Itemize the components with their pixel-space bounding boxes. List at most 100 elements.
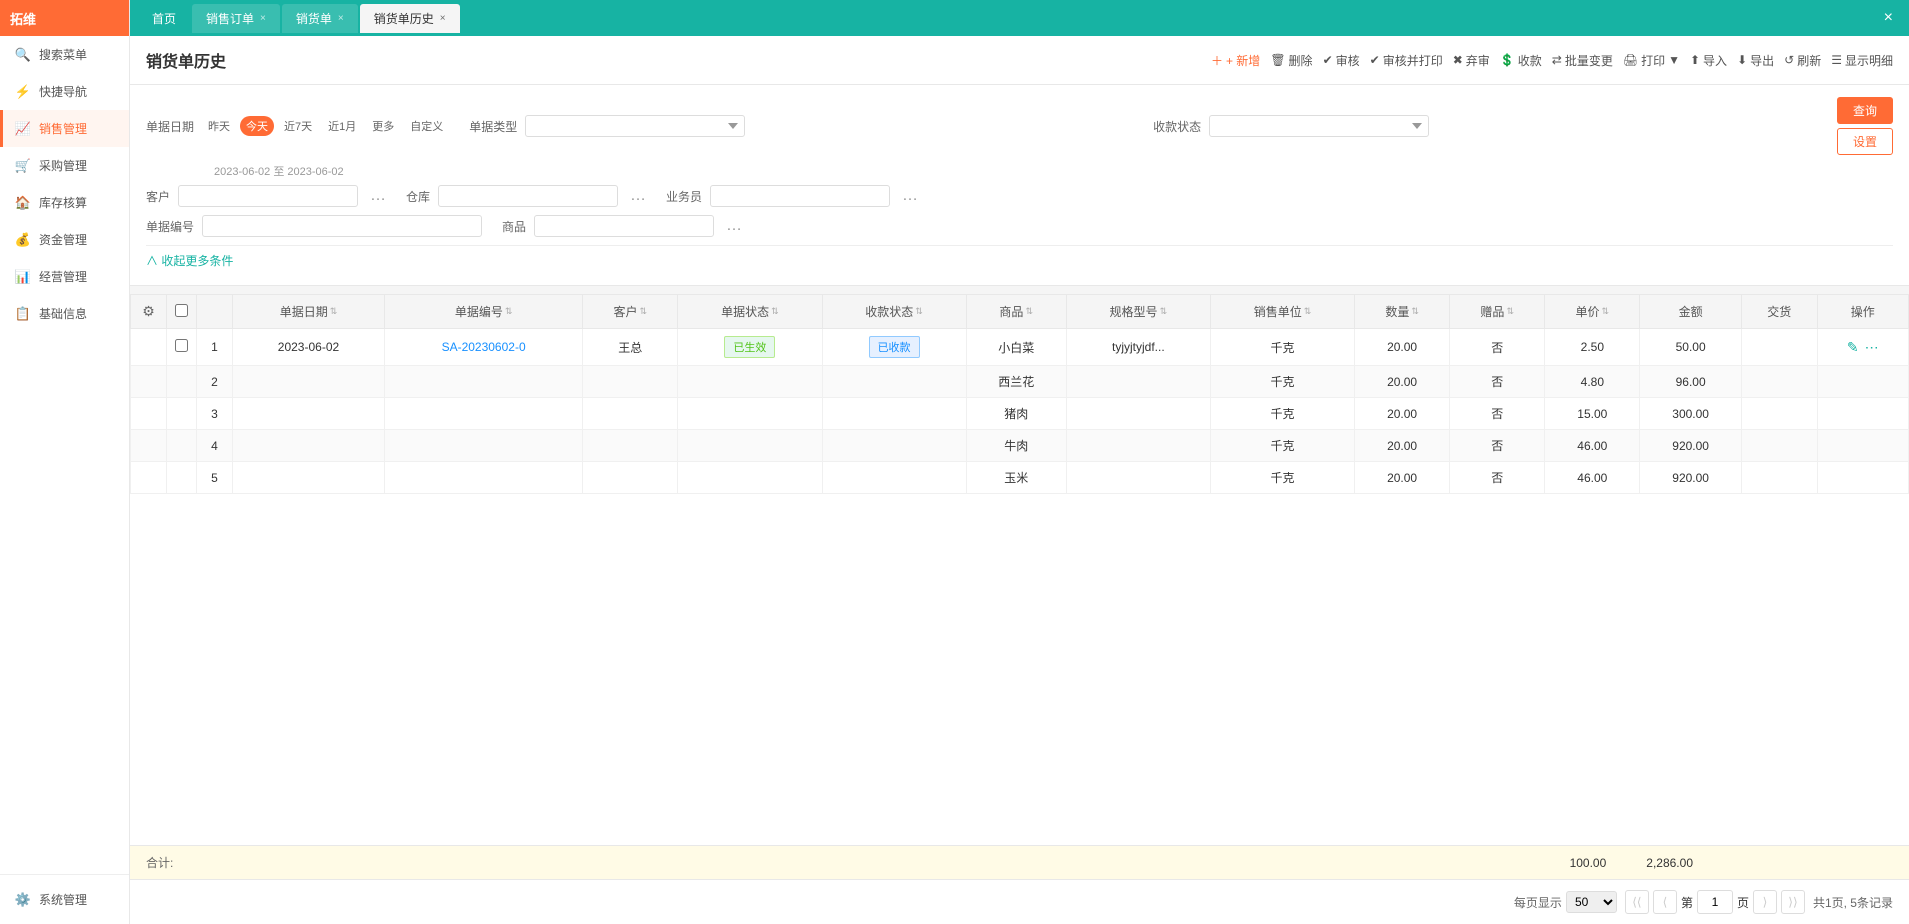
sort-spec-icon: ⇅ <box>1160 306 1168 317</box>
tab-sales-history-close[interactable]: × <box>440 13 446 24</box>
show-detail-button[interactable]: ☰ 显示明细 <box>1831 52 1893 69</box>
date-label: 单据日期 <box>146 118 194 135</box>
query-button[interactable]: 查询 <box>1837 97 1893 124</box>
pill-more[interactable]: 更多 <box>366 116 400 136</box>
th-unit-price[interactable]: 单价⇅ <box>1545 295 1640 329</box>
td-doc-no <box>384 430 582 462</box>
th-unit[interactable]: 销售单位⇅ <box>1210 295 1354 329</box>
gear-button[interactable]: ⚙ <box>142 303 155 320</box>
goods-dots[interactable]: … <box>726 217 742 235</box>
prev-page-button[interactable]: ⟨ <box>1653 890 1677 914</box>
sidebar-item-operations[interactable]: 📊 经营管理 <box>0 258 129 295</box>
delete-button[interactable]: 🗑 删除 <box>1270 52 1312 69</box>
import-button[interactable]: ⬆ 导入 <box>1690 52 1727 69</box>
sidebar-item-sales-mgmt[interactable]: 📈 销售管理 <box>0 110 129 147</box>
pill-7days[interactable]: 近7天 <box>278 116 318 136</box>
footer-values: 100.00 2,286.00 <box>226 856 1893 870</box>
sidebar-item-finance[interactable]: 💰 资金管理 <box>0 221 129 258</box>
doctype-select[interactable] <box>525 115 745 137</box>
sidebar-item-purchase-mgmt[interactable]: 🛒 采购管理 <box>0 147 129 184</box>
more-icon[interactable]: ⋯ <box>1865 339 1879 356</box>
next-page-button[interactable]: ⟩ <box>1753 890 1777 914</box>
export-button[interactable]: ⬇ 导出 <box>1737 52 1774 69</box>
th-gift[interactable]: 赠品⇅ <box>1450 295 1545 329</box>
docno-input[interactable] <box>202 215 482 237</box>
warehouse-dots[interactable]: … <box>630 187 646 205</box>
td-amount: 50.00 <box>1640 329 1742 366</box>
sort-gift-icon: ⇅ <box>1506 306 1514 317</box>
th-transaction: 交货 <box>1741 295 1817 329</box>
row-checkbox[interactable] <box>175 339 188 352</box>
th-doc-no[interactable]: 单据编号⇅ <box>384 295 582 329</box>
customer-dots[interactable]: … <box>370 187 386 205</box>
first-page-button[interactable]: ⟨⟨ <box>1625 890 1649 914</box>
sidebar-item-label: 库存核算 <box>39 194 87 211</box>
tab-sales-history[interactable]: 销货单历史 × <box>360 4 460 33</box>
sidebar-item-label: 快捷导航 <box>39 83 87 100</box>
th-spec[interactable]: 规格型号⇅ <box>1066 295 1210 329</box>
new-button[interactable]: ＋ + 新增 <box>1211 52 1260 69</box>
tab-sales-delivery-close[interactable]: × <box>338 13 344 24</box>
td-doc-date: 2023-06-02 <box>233 329 385 366</box>
td-unit: 千克 <box>1210 329 1354 366</box>
print-button[interactable]: 🖨 打印 ▼ <box>1623 52 1680 69</box>
select-all-checkbox[interactable] <box>175 304 188 317</box>
td-unit: 千克 <box>1210 366 1354 398</box>
sidebar-item-search-menu[interactable]: 🔍 搜索菜单 <box>0 36 129 73</box>
sidebar-item-quick-nav[interactable]: ⚡ 快捷导航 <box>0 73 129 110</box>
search-icon: 🔍 <box>15 47 31 63</box>
tab-sales-order[interactable]: 销售订单 × <box>192 4 280 33</box>
th-quantity[interactable]: 数量⇅ <box>1355 295 1450 329</box>
th-doc-status[interactable]: 单据状态⇅ <box>678 295 822 329</box>
td-quantity: 20.00 <box>1355 366 1450 398</box>
pill-custom[interactable]: 自定义 <box>404 116 449 136</box>
tab-sales-delivery[interactable]: 销货单 × <box>282 4 358 33</box>
set-button[interactable]: 设置 <box>1837 128 1893 155</box>
sidebar-item-label: 基础信息 <box>39 305 87 322</box>
customer-input[interactable] <box>178 185 358 207</box>
tab-home[interactable]: 首页 <box>138 4 190 33</box>
audit-icon: ✔ <box>1323 53 1333 67</box>
collapse-button[interactable]: ∧ 收起更多条件 <box>146 252 1893 269</box>
refresh-button[interactable]: ↺ 刷新 <box>1784 52 1821 69</box>
business-dots[interactable]: … <box>902 187 918 205</box>
goods-input[interactable] <box>534 215 714 237</box>
td-goods: 牛肉 <box>966 430 1066 462</box>
sidebar-item-basic-info[interactable]: 📋 基础信息 <box>0 295 129 332</box>
th-customer[interactable]: 客户⇅ <box>583 295 678 329</box>
sort-quantity-icon: ⇅ <box>1411 306 1419 317</box>
abandon-icon: ✖ <box>1453 53 1463 67</box>
th-goods[interactable]: 商品⇅ <box>966 295 1066 329</box>
warehouse-input[interactable] <box>438 185 618 207</box>
pill-today[interactable]: 今天 <box>240 116 274 136</box>
business-input[interactable] <box>710 185 890 207</box>
td-goods: 西兰花 <box>966 366 1066 398</box>
close-all-button[interactable]: × <box>1876 9 1901 27</box>
td-collect-status <box>822 398 966 430</box>
td-unit: 千克 <box>1210 430 1354 462</box>
per-page-select[interactable]: 50 100 200 <box>1566 891 1617 913</box>
table-area: ⚙ 单据日期⇅ 单据编号⇅ 客户⇅ <box>130 294 1909 845</box>
collect-button[interactable]: 💲 收款 <box>1500 52 1542 69</box>
audit-button[interactable]: ✔ 审核 <box>1323 52 1360 69</box>
tab-sales-order-close[interactable]: × <box>260 13 266 24</box>
edit-icon[interactable]: ✎ <box>1847 339 1859 356</box>
th-settings[interactable]: ⚙ <box>131 295 167 329</box>
td-settings <box>131 398 167 430</box>
audit-print-button[interactable]: ✔ 审核并打印 <box>1370 52 1443 69</box>
td-goods: 猪肉 <box>966 398 1066 430</box>
table-header-row: ⚙ 单据日期⇅ 单据编号⇅ 客户⇅ <box>131 295 1909 329</box>
abandon-button[interactable]: ✖ 弃审 <box>1453 52 1490 69</box>
pill-1month[interactable]: 近1月 <box>322 116 362 136</box>
batch-change-button[interactable]: ⇄ 批量变更 <box>1552 52 1613 69</box>
td-unit-price: 46.00 <box>1545 430 1640 462</box>
th-collect-status[interactable]: 收款状态⇅ <box>822 295 966 329</box>
td-goods: 玉米 <box>966 462 1066 494</box>
th-doc-date[interactable]: 单据日期⇅ <box>233 295 385 329</box>
collect-status-select[interactable] <box>1209 115 1429 137</box>
sidebar-item-system[interactable]: ⚙️ 系统管理 <box>0 883 129 916</box>
pill-yesterday[interactable]: 昨天 <box>202 116 236 136</box>
last-page-button[interactable]: ⟩⟩ <box>1781 890 1805 914</box>
page-input[interactable] <box>1697 890 1733 914</box>
sidebar-item-inventory[interactable]: 🏠 库存核算 <box>0 184 129 221</box>
